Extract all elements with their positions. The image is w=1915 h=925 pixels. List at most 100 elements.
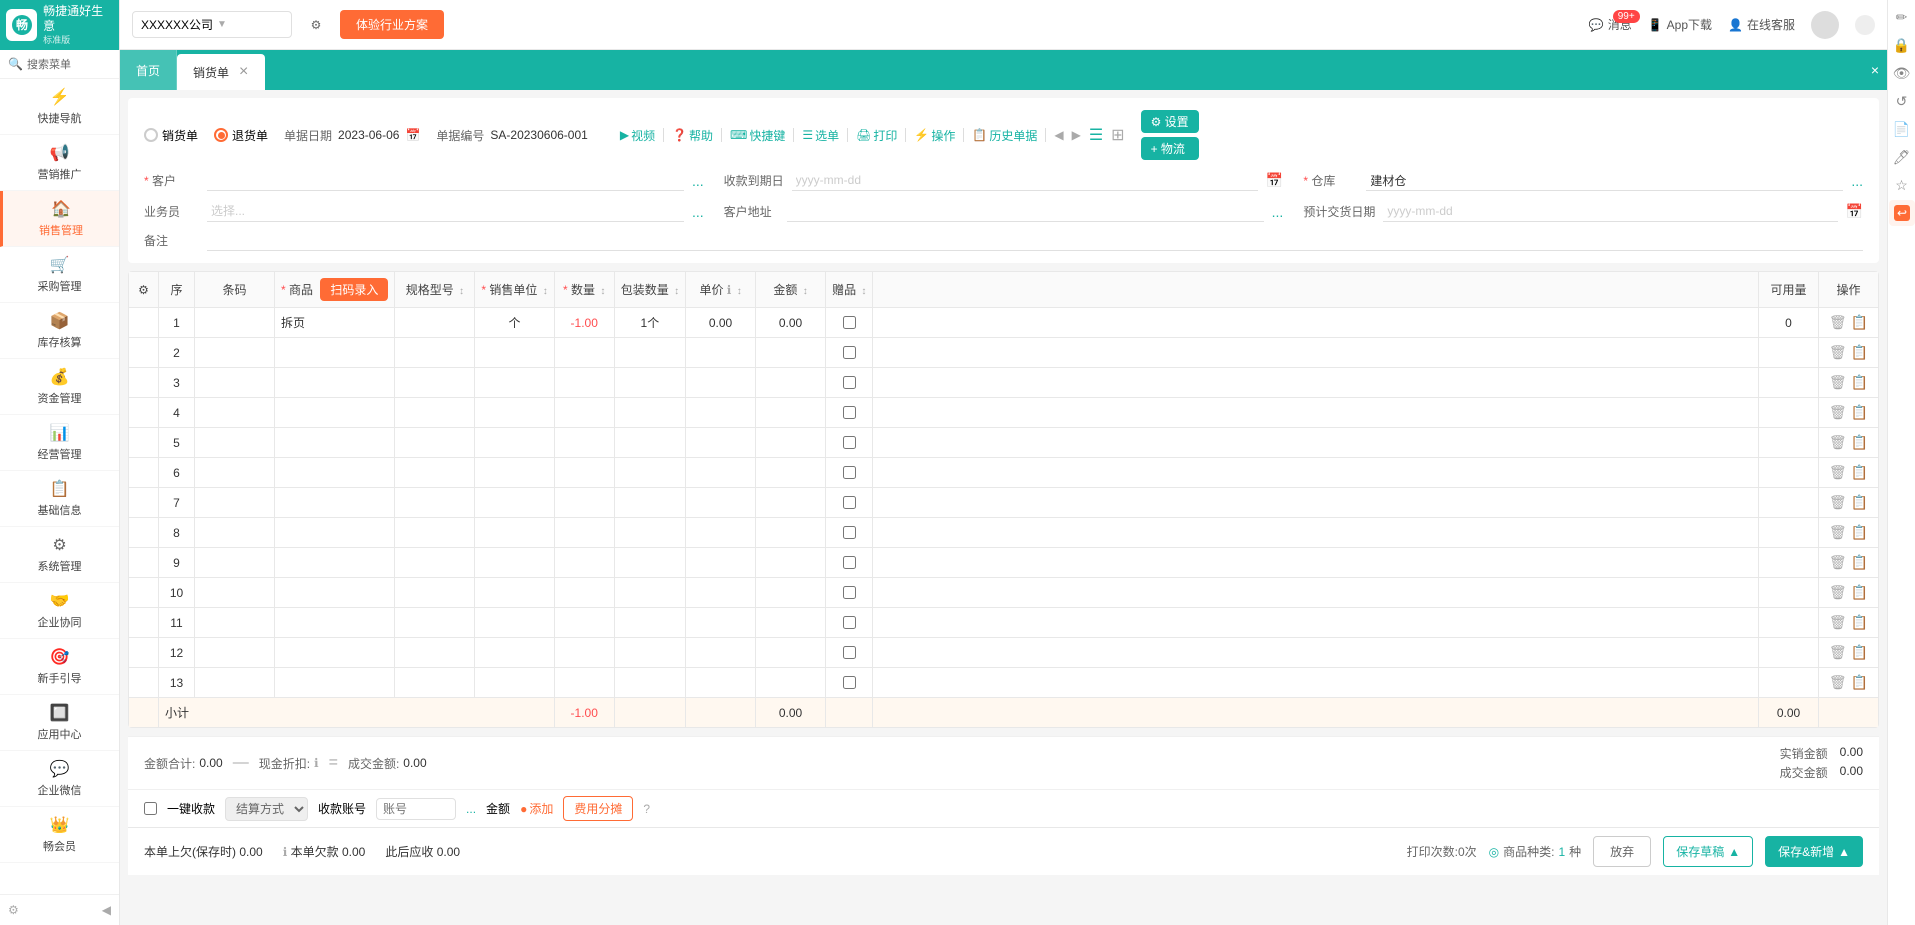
due-date-input[interactable] [792,170,1258,191]
delete-icon-6[interactable]: 🗑 [1829,494,1847,511]
cell-barcode-5[interactable] [195,458,275,488]
sidebar-item-inventory[interactable]: 📦 库存核算 [0,303,119,359]
sidebar-item-finance[interactable]: 💰 资金管理 [0,359,119,415]
abandon-button[interactable]: 放弃 [1593,836,1651,867]
cell-unit-11[interactable] [475,638,554,668]
payment-method-select[interactable]: 结算方式 [225,797,308,821]
toolbar-video[interactable]: ▶ 视频 [620,127,655,144]
toolbar-history[interactable]: 📋 历史单据 [972,127,1037,144]
cell-barcode-8[interactable] [195,548,275,578]
cell-price-6[interactable] [686,488,756,518]
sidebar-item-basic-info[interactable]: 📋 基础信息 [0,471,119,527]
cell-spec-12[interactable] [395,668,475,698]
delete-icon-3[interactable]: 🗑 [1829,404,1847,421]
cell-unit-8[interactable] [475,548,554,578]
cell-spec-10[interactable] [395,608,475,638]
cell-price-3[interactable] [686,398,756,428]
delete-icon-5[interactable]: 🗑 [1829,464,1847,481]
toolbar-select-order[interactable]: ☰ 选单 [802,127,839,144]
cell-qty-11[interactable] [554,638,614,668]
cell-unit-2[interactable] [475,368,554,398]
cell-qty-4[interactable] [554,428,614,458]
delete-icon-2[interactable]: 🗑 [1829,374,1847,391]
user-avatar[interactable] [1811,11,1839,39]
sidebar-item-sales-mgmt[interactable]: 🏠 销售管理 [0,191,119,247]
qty-sort-icon[interactable]: ↕ [600,286,605,297]
cell-spec-2[interactable] [395,368,475,398]
spec-sort-icon[interactable]: ↕ [459,286,464,297]
copy-icon-9[interactable]: 📋 [1851,584,1868,601]
cell-barcode-12[interactable] [195,668,275,698]
cell-product-6[interactable] [275,488,395,518]
delete-icon-0[interactable]: 🗑 [1829,314,1847,331]
salesperson-input[interactable] [207,201,684,222]
cell-spec-1[interactable] [395,338,475,368]
cell-unit-3[interactable] [475,398,554,428]
cell-gift-10[interactable] [826,608,873,638]
cell-gift-7[interactable] [826,518,873,548]
cell-unit-12[interactable] [475,668,554,698]
right-panel-star[interactable]: ☆ [1889,172,1915,198]
copy-icon-1[interactable]: 📋 [1851,344,1868,361]
expense-split-button[interactable]: 费用分摊 [563,796,633,821]
th-gear[interactable]: ⚙ [129,272,159,308]
cell-gift-5[interactable] [826,458,873,488]
online-service-button[interactable]: 👤 在线客服 [1728,16,1795,33]
right-panel-view[interactable]: 👁 [1889,60,1915,86]
logistics-button[interactable]: + 物流 [1141,137,1199,160]
cell-unit-5[interactable] [475,458,554,488]
cell-qty-1[interactable] [554,338,614,368]
message-button[interactable]: 💬 消息 99+ [1589,16,1632,33]
cell-product-7[interactable] [275,518,395,548]
cell-qty-0[interactable]: -1.00 [554,308,614,338]
remark-input[interactable] [207,230,1863,251]
cell-qty-12[interactable] [554,668,614,698]
customer-ellipsis-icon[interactable]: ... [692,173,704,189]
cell-spec-9[interactable] [395,578,475,608]
cell-barcode-2[interactable] [195,368,275,398]
due-date-calendar-icon[interactable]: 📅 [1266,172,1283,189]
payment-add-button[interactable]: ● 添加 [520,800,553,817]
cell-product-11[interactable] [275,638,395,668]
cell-price-12[interactable] [686,668,756,698]
cell-barcode-9[interactable] [195,578,275,608]
cell-gift-3[interactable] [826,398,873,428]
cell-barcode-7[interactable] [195,518,275,548]
cash-discount-info-icon[interactable]: ℹ [314,756,319,770]
cell-price-9[interactable] [686,578,756,608]
cell-gift-1[interactable] [826,338,873,368]
sidebar-item-wechat[interactable]: 💬 企业微信 [0,751,119,807]
delete-icon-7[interactable]: 🗑 [1829,524,1847,541]
delete-icon-10[interactable]: 🗑 [1829,614,1847,631]
user-avatar-2[interactable] [1855,15,1875,35]
cell-spec-6[interactable] [395,488,475,518]
cell-qty-8[interactable] [554,548,614,578]
cell-spec-11[interactable] [395,638,475,668]
cell-gift-12[interactable] [826,668,873,698]
customer-addr-ellipsis-icon[interactable]: ... [1272,204,1284,220]
cell-unit-7[interactable] [475,518,554,548]
tab-home[interactable]: 首页 [120,50,177,90]
cell-qty-3[interactable] [554,398,614,428]
cell-price-0[interactable]: 0.00 [686,308,756,338]
sidebar-item-app-center[interactable]: 🔲 应用中心 [0,695,119,751]
doc-date-calendar-icon[interactable]: 📅 [405,128,420,142]
one-click-pay-checkbox[interactable] [144,802,157,815]
cell-unit-0[interactable]: 个 [475,308,554,338]
toolbar-action[interactable]: ⚡ 操作 [914,127,955,144]
copy-icon-6[interactable]: 📋 [1851,494,1868,511]
expected-date-input[interactable] [1383,201,1837,222]
cell-qty-5[interactable] [554,458,614,488]
copy-icon-2[interactable]: 📋 [1851,374,1868,391]
sidebar-item-sys-mgmt[interactable]: ⚙ 系统管理 [0,527,119,583]
cell-gift-4[interactable] [826,428,873,458]
warehouse-ellipsis-icon[interactable]: ... [1851,173,1863,189]
delete-icon-1[interactable]: 🗑 [1829,344,1847,361]
cell-barcode-3[interactable] [195,398,275,428]
trial-button[interactable]: 体验行业方案 [340,10,444,39]
cell-spec-4[interactable] [395,428,475,458]
cell-qty-9[interactable] [554,578,614,608]
copy-icon-0[interactable]: 📋 [1851,314,1868,331]
right-panel-doc[interactable]: 📄 [1889,116,1915,142]
tab-close-all-icon[interactable]: × [1871,62,1879,78]
